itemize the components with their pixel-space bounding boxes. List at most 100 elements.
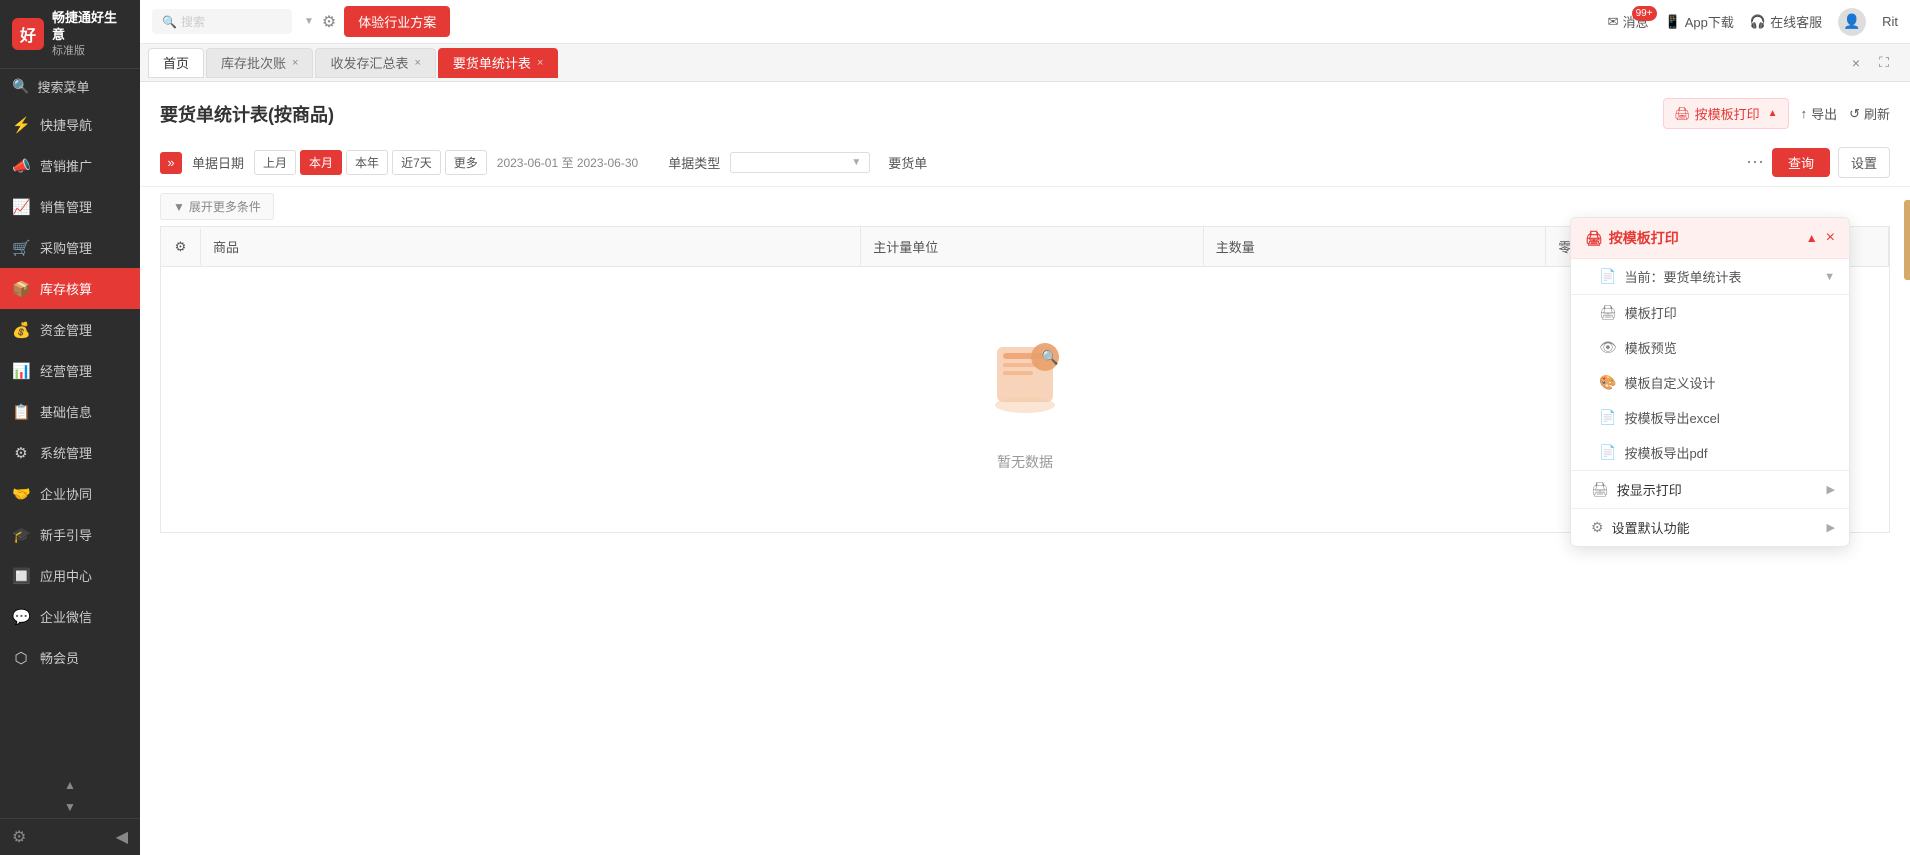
print-template-print-item[interactable]: 🖨 模板打印: [1571, 295, 1849, 330]
guide-icon: 🎓: [12, 526, 30, 544]
sidebar-item-apps[interactable]: 🔲 应用中心: [0, 555, 140, 596]
date-btn-this-year[interactable]: 本年: [346, 150, 388, 175]
sidebar-item-wechat[interactable]: 💬 企业微信: [0, 596, 140, 637]
print-template-preview-item[interactable]: 👁 模板预览: [1571, 330, 1849, 365]
apps-icon: 🔲: [12, 567, 30, 585]
search-menu[interactable]: 🔍 搜索菜单: [0, 69, 140, 104]
export-label: 导出: [1811, 104, 1837, 123]
basic-icon: 📋: [12, 403, 30, 421]
tab-receipt-summary-close[interactable]: ×: [414, 57, 420, 69]
refresh-btn[interactable]: ↺ 刷新: [1849, 104, 1890, 123]
print-btn-caret: ▲: [1768, 108, 1778, 119]
scroll-indicator: [1904, 200, 1910, 280]
filter-expand-icon[interactable]: »: [160, 152, 182, 174]
export-btn[interactable]: ↑ 导出: [1801, 104, 1838, 123]
tab-order-stats-close[interactable]: ×: [537, 57, 543, 69]
default-func-label: 设置默认功能: [1612, 518, 1690, 537]
user-avatar[interactable]: 👤: [1838, 8, 1866, 36]
system-icon: ⚙: [12, 444, 30, 462]
trial-btn[interactable]: 体验行业方案: [344, 6, 450, 37]
print-current-label[interactable]: 📄 当前：要货单统计表 ▼: [1571, 259, 1849, 294]
window-maximize-btn[interactable]: ⛶: [1874, 53, 1894, 73]
th-settings[interactable]: ⚙: [161, 229, 201, 265]
date-label: 单据日期: [192, 153, 244, 172]
sidebar-item-finance[interactable]: 💰 资金管理: [0, 309, 140, 350]
sidebar-item-marketing[interactable]: 📣 营销推广: [0, 145, 140, 186]
sidebar-item-guide[interactable]: 🎓 新手引导: [0, 514, 140, 555]
sidebar-item-label: 销售管理: [40, 197, 92, 216]
sidebar-item-inventory[interactable]: 📦 库存核算: [0, 268, 140, 309]
collab-icon: 🤝: [12, 485, 30, 503]
template-preview-icon: 👁: [1599, 339, 1617, 356]
sidebar-item-label: 基础信息: [40, 402, 92, 421]
topbar-nav-dropdown[interactable]: ▼: [300, 16, 314, 27]
more-options-icon[interactable]: ⋯: [1746, 152, 1764, 173]
sidebar-item-label: 系统管理: [40, 443, 92, 462]
expand-more-btn[interactable]: ▼ 展开更多条件: [160, 193, 274, 220]
sidebar-item-collab[interactable]: 🤝 企业协同: [0, 473, 140, 514]
filter-bar: » 单据日期 上月 本月 本年 近7天 更多 2023-06-01 至 2023…: [140, 139, 1910, 187]
th-product: 商品: [201, 227, 861, 266]
sidebar-item-system[interactable]: ⚙ 系统管理: [0, 432, 140, 473]
main-area: 🔍 搜索 ▼ ⚙ 体验行业方案 ✉ 消息 99+ 📱 App下载 🎧 在线客服: [140, 0, 1910, 855]
sidebar-item-label: 经营管理: [40, 361, 92, 380]
sidebar-item-label: 畅会员: [40, 648, 79, 667]
query-btn[interactable]: 查询: [1772, 148, 1830, 177]
sidebar-item-quick-nav[interactable]: ⚡ 快捷导航: [0, 104, 140, 145]
logo-text: 畅捷通好生意 标准版: [52, 10, 128, 58]
tab-receipt-summary[interactable]: 收发存汇总表 ×: [315, 48, 435, 78]
print-export-pdf-item[interactable]: 📄 按模板导出pdf: [1571, 435, 1849, 470]
window-close-btn[interactable]: ×: [1846, 53, 1866, 73]
print-template-design-item[interactable]: 🎨 模板自定义设计: [1571, 365, 1849, 400]
app-download-btn[interactable]: 📱 App下载: [1665, 12, 1734, 31]
tab-inventory-batch-close[interactable]: ×: [292, 57, 298, 69]
print-dropdown-up-icon: ▲: [1806, 231, 1818, 245]
logo-icon: 好: [12, 18, 44, 50]
print-dropdown-close-btn[interactable]: ×: [1826, 229, 1835, 247]
order-type-select[interactable]: ▼: [730, 152, 870, 173]
date-btn-more[interactable]: 更多: [445, 150, 487, 175]
notification-btn[interactable]: ✉ 消息 99+: [1608, 12, 1649, 31]
sidebar-item-label: 企业微信: [40, 607, 92, 626]
tab-inventory-batch[interactable]: 库存批次账 ×: [206, 48, 313, 78]
date-btn-7days[interactable]: 近7天: [392, 150, 441, 175]
tab-home[interactable]: 首页: [148, 48, 204, 78]
settings-bottom-icon[interactable]: ⚙: [12, 827, 26, 847]
online-service-btn[interactable]: 🎧 在线客服: [1750, 12, 1822, 31]
sidebar-nav: ⚡ 快捷导航 📣 营销推广 📈 销售管理 🛒 采购管理 📦 库存核算 💰 资金管…: [0, 104, 140, 774]
sidebar-item-sales[interactable]: 📈 销售管理: [0, 186, 140, 227]
print-export-excel-item[interactable]: 📄 按模板导出excel: [1571, 400, 1849, 435]
settings-btn[interactable]: 设置: [1838, 147, 1890, 178]
sidebar-scroll-up[interactable]: ▲: [0, 774, 140, 796]
print-template-btn[interactable]: 🖨 按模板打印 ▲: [1663, 98, 1788, 129]
print-dropdown: 🖨 按模板打印 ▲ × 📄 当前：要货单统计表 ▼ 🖨 模板打印: [1570, 217, 1850, 547]
topbar-search-box[interactable]: 🔍 搜索: [152, 9, 292, 34]
default-func-item[interactable]: ⚙ 设置默认功能 ▶: [1571, 509, 1849, 546]
display-print-item[interactable]: 🖨 按显示打印 ▶: [1571, 471, 1849, 508]
expand-more-icon: ▼: [173, 200, 185, 214]
date-btn-last-month[interactable]: 上月: [254, 150, 296, 175]
export-excel-label: 按模板导出excel: [1624, 408, 1719, 427]
current-label-text: 当前：要货单统计表: [1624, 267, 1741, 286]
tab-order-stats-label: 要货单统计表: [453, 53, 531, 72]
export-pdf-icon: 📄: [1599, 444, 1616, 461]
order-type-label: 单据类型: [668, 153, 720, 172]
sidebar-scroll-down[interactable]: ▼: [0, 796, 140, 818]
empty-icon: 🔍: [975, 327, 1075, 436]
sidebar-item-member[interactable]: ⬡ 畅会员: [0, 637, 140, 678]
sidebar-item-operations[interactable]: 📊 经营管理: [0, 350, 140, 391]
tab-order-stats[interactable]: 要货单统计表 ×: [438, 48, 558, 78]
display-print-label: 按显示打印: [1617, 480, 1682, 499]
export-excel-icon: 📄: [1599, 409, 1616, 426]
collapse-sidebar-icon[interactable]: ◀: [116, 827, 128, 847]
window-controls: × ⛶: [1846, 53, 1902, 73]
topbar-settings-icon[interactable]: ⚙: [322, 12, 336, 32]
online-service-label: 在线客服: [1770, 12, 1822, 31]
page-actions: 🖨 按模板打印 ▲ ↑ 导出 ↺ 刷新: [1663, 98, 1890, 129]
search-icon: 🔍: [12, 78, 29, 95]
date-btn-this-month[interactable]: 本月: [300, 150, 342, 175]
sidebar-item-label: 资金管理: [40, 320, 92, 339]
tabs-bar: 首页 库存批次账 × 收发存汇总表 × 要货单统计表 × × ⛶: [140, 44, 1910, 82]
sidebar-item-basic[interactable]: 📋 基础信息: [0, 391, 140, 432]
sidebar-item-purchase[interactable]: 🛒 采购管理: [0, 227, 140, 268]
